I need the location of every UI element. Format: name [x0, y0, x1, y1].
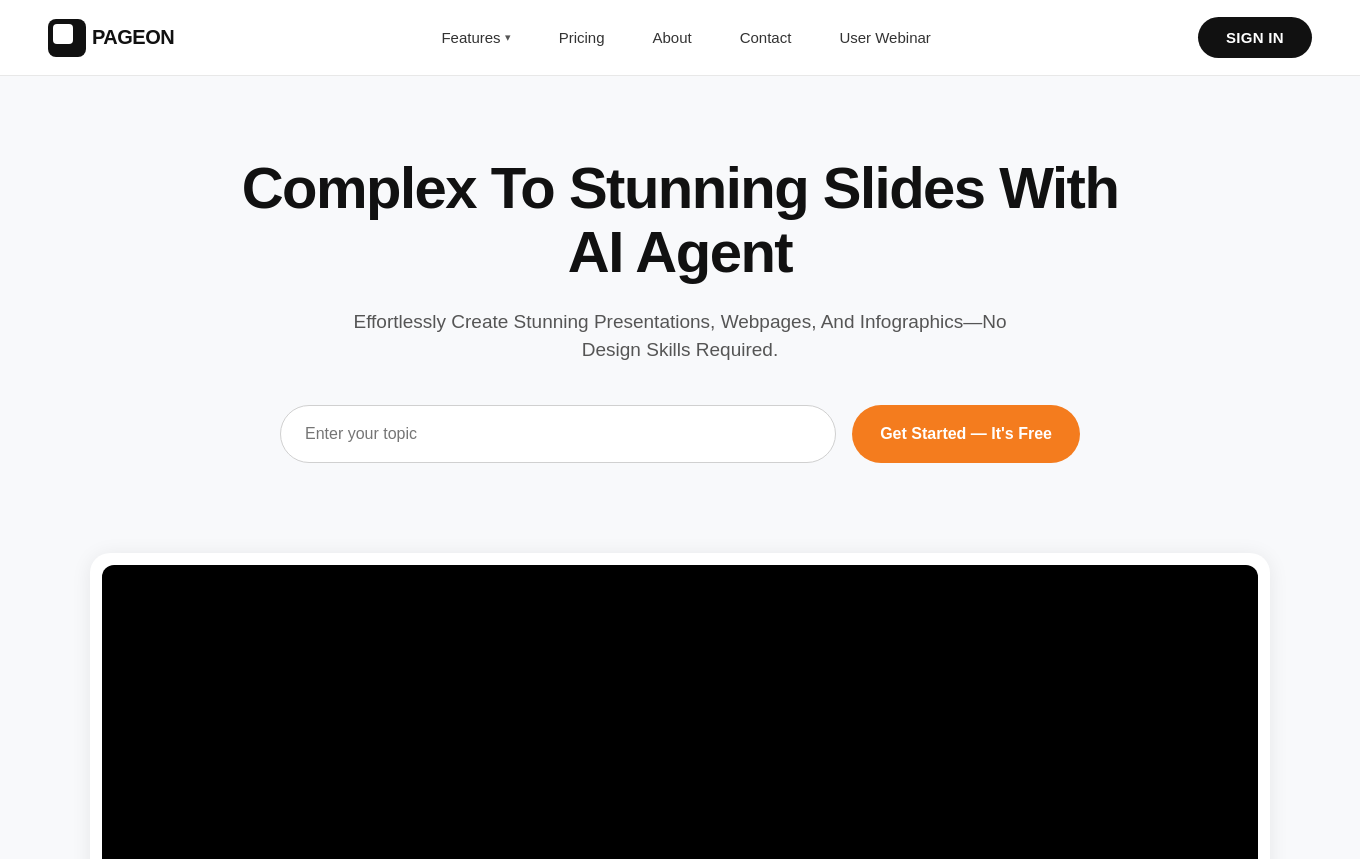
cta-row: Get Started — It's Free — [280, 405, 1080, 463]
navbar: PAGEON Features ▾ Pricing About Contact … — [0, 0, 1360, 76]
hero-title: Complex To Stunning Slides With AI Agent — [230, 156, 1130, 284]
nav-right: SIGN IN — [1198, 17, 1312, 58]
topic-input[interactable] — [280, 405, 836, 463]
get-started-button[interactable]: Get Started — It's Free — [852, 405, 1080, 463]
video-wrapper — [90, 553, 1270, 859]
logo-text: PAGEON — [92, 26, 174, 49]
hero-subtitle: Effortlessly Create Stunning Presentatio… — [330, 308, 1030, 365]
nav-links: Features ▾ Pricing About Contact User We… — [421, 19, 950, 56]
chevron-down-icon: ▾ — [505, 31, 511, 44]
video-screen — [102, 565, 1258, 859]
logo-link[interactable]: PAGEON — [48, 19, 174, 57]
nav-link-contact[interactable]: Contact — [720, 19, 812, 56]
nav-link-pricing[interactable]: Pricing — [539, 19, 625, 56]
hero-section: Complex To Stunning Slides With AI Agent… — [0, 76, 1360, 503]
nav-link-user-webinar[interactable]: User Webinar — [819, 19, 950, 56]
signin-button[interactable]: SIGN IN — [1198, 17, 1312, 58]
logo-icon — [48, 19, 86, 57]
nav-link-features[interactable]: Features ▾ — [421, 19, 530, 56]
nav-link-about[interactable]: About — [632, 19, 711, 56]
